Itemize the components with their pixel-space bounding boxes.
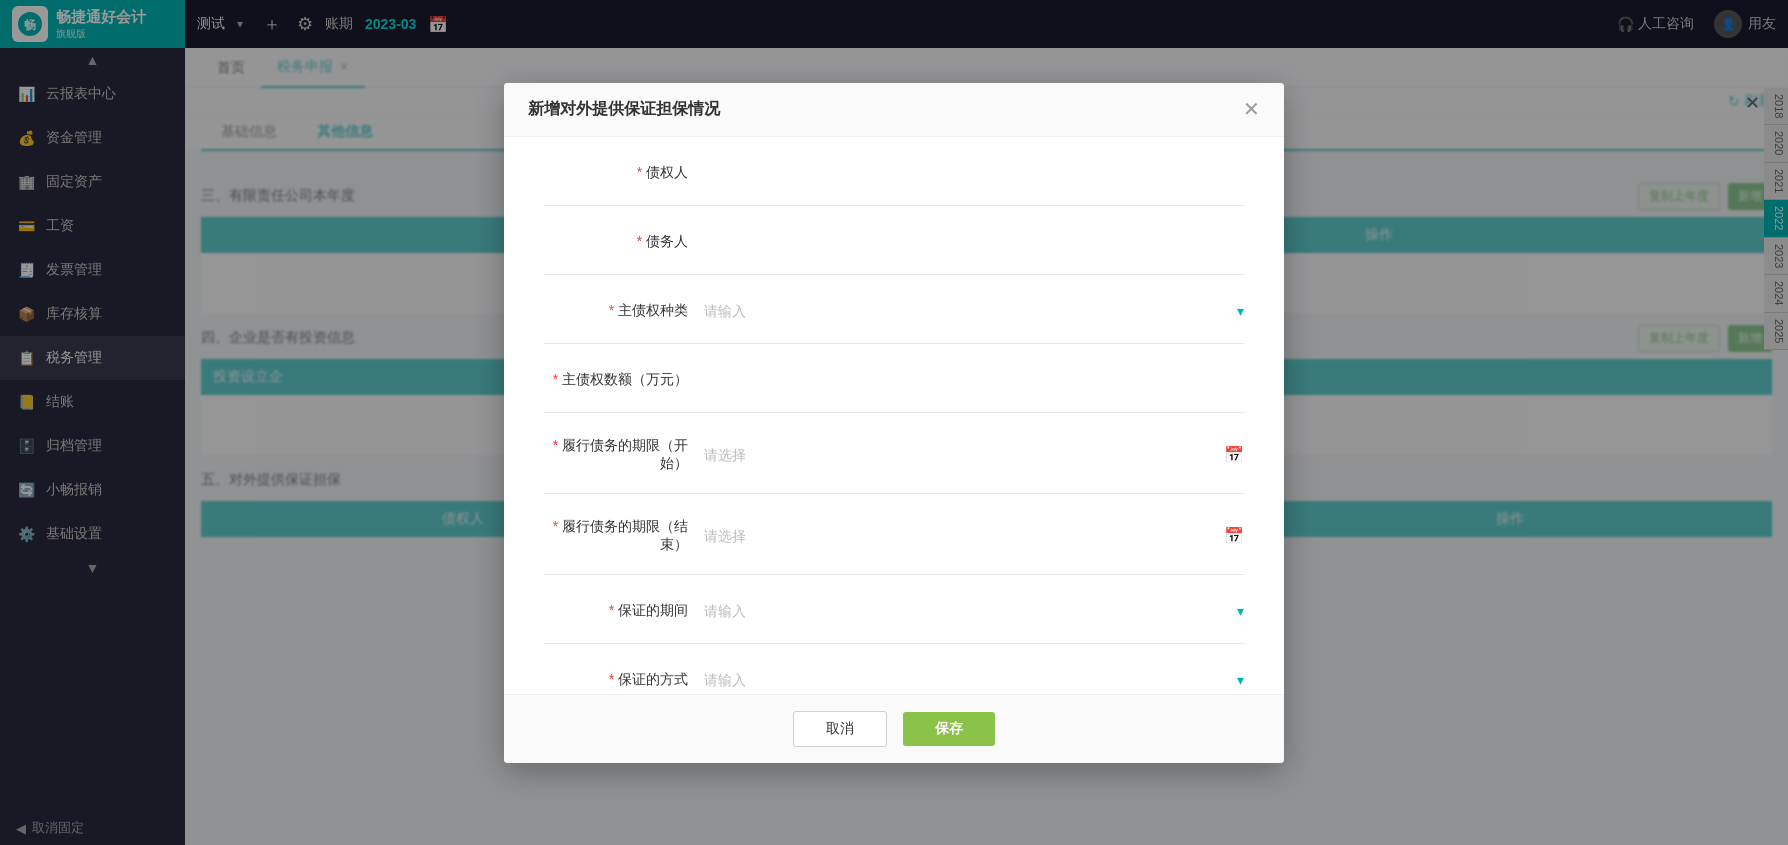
debtor-label: * 债务人 — [544, 233, 704, 251]
form-row-debtor: * 债务人 — [544, 230, 1244, 275]
form-row-period-end: * 履行债务的期限（结束） 📅 — [544, 518, 1244, 575]
modal-footer: 取消 保存 — [504, 694, 1284, 763]
claim-type-label: * 主债权种类 — [544, 302, 704, 320]
required-mark: * — [553, 437, 558, 453]
modal-title: 新增对外提供保证担保情况 — [528, 99, 720, 120]
modal-dialog: 新增对外提供保证担保情况 ✕ * 债权人 * 债务人 — [504, 83, 1284, 763]
modal-close-button[interactable]: ✕ — [1243, 99, 1260, 119]
modal-body: * 债权人 * 债务人 * 主债权种类 — [504, 137, 1284, 694]
save-button[interactable]: 保存 — [903, 712, 995, 746]
required-mark: * — [637, 233, 642, 249]
required-mark: * — [609, 302, 614, 318]
guarantee-period-label: * 保证的期间 — [544, 602, 704, 620]
required-mark: * — [553, 518, 558, 534]
period-start-calendar-icon[interactable]: 📅 — [1224, 445, 1244, 464]
period-start-input[interactable] — [704, 443, 1244, 467]
claim-type-wrapper: ▾ — [704, 299, 1244, 323]
form-row-guarantee-period: * 保证的期间 ▾ — [544, 599, 1244, 644]
claim-amount-label: * 主债权数额（万元） — [544, 371, 704, 389]
required-mark: * — [553, 371, 558, 387]
form-row-guarantee-method: * 保证的方式 ▾ — [544, 668, 1244, 694]
required-mark: * — [609, 602, 614, 618]
period-end-input[interactable] — [704, 524, 1244, 548]
creditor-input[interactable] — [704, 161, 1244, 185]
period-start-wrapper: 📅 — [704, 443, 1244, 467]
required-mark: * — [609, 671, 614, 687]
guarantee-method-wrapper: ▾ — [704, 668, 1244, 692]
guarantee-method-input[interactable] — [704, 668, 1244, 692]
form-row-claim-amount: * 主债权数额（万元） — [544, 368, 1244, 413]
required-mark: * — [637, 164, 642, 180]
period-end-label: * 履行债务的期限（结束） — [544, 518, 704, 554]
modal-header: 新增对外提供保证担保情况 ✕ — [504, 83, 1284, 137]
guarantee-period-chevron-icon[interactable]: ▾ — [1237, 603, 1244, 619]
guarantee-period-input[interactable] — [704, 599, 1244, 623]
form-row-creditor: * 债权人 — [544, 161, 1244, 206]
guarantee-method-label: * 保证的方式 — [544, 671, 704, 689]
claim-type-chevron-icon[interactable]: ▾ — [1237, 303, 1244, 319]
period-start-label: * 履行债务的期限（开始） — [544, 437, 704, 473]
form-row-claim-type: * 主债权种类 ▾ — [544, 299, 1244, 344]
debtor-input[interactable] — [704, 230, 1244, 254]
period-end-wrapper: 📅 — [704, 524, 1244, 548]
cancel-button[interactable]: 取消 — [793, 711, 887, 747]
period-end-calendar-icon[interactable]: 📅 — [1224, 526, 1244, 545]
claim-amount-input[interactable] — [704, 368, 1244, 392]
creditor-label: * 债权人 — [544, 164, 704, 182]
claim-type-input[interactable] — [704, 299, 1244, 323]
form-row-period-start: * 履行债务的期限（开始） 📅 — [544, 437, 1244, 494]
guarantee-period-wrapper: ▾ — [704, 599, 1244, 623]
modal-overlay: 新增对外提供保证担保情况 ✕ * 债权人 * 债务人 — [0, 0, 1788, 845]
guarantee-method-chevron-icon[interactable]: ▾ — [1237, 672, 1244, 688]
